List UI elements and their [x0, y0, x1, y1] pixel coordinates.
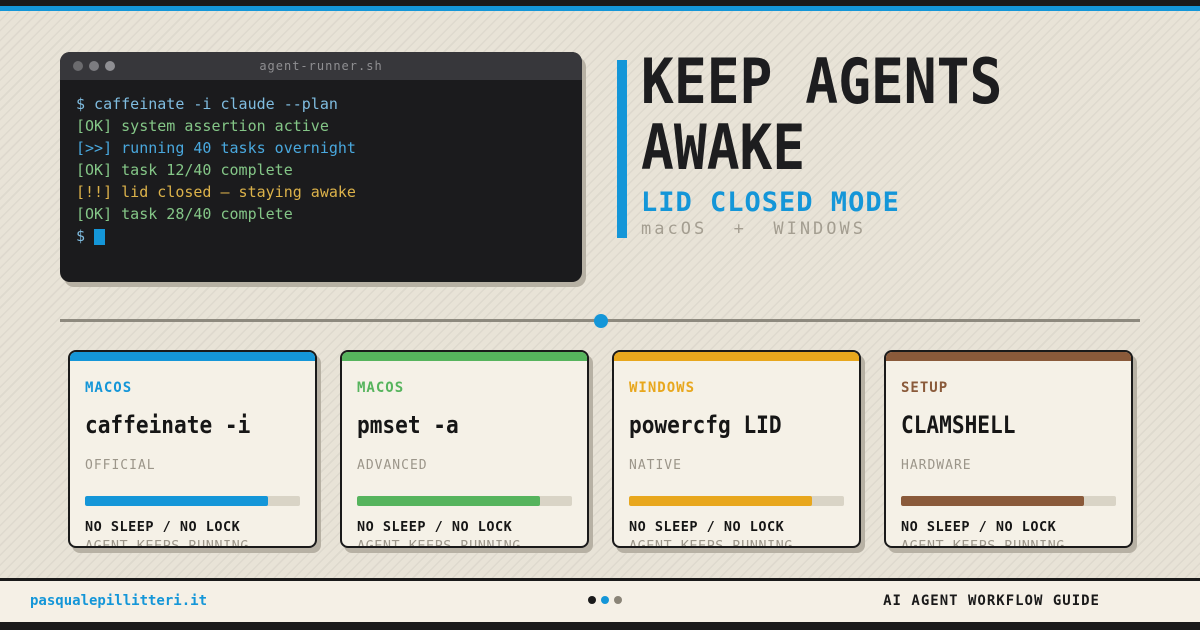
- footer: pasqualepillitteri.it AI AGENT WORKFLOW …: [0, 581, 1200, 622]
- progress-fill: [901, 496, 1084, 506]
- terminal-cursor: [94, 229, 106, 245]
- card-platform-label: SETUP: [901, 380, 949, 396]
- top-blue-stripe: [0, 6, 1200, 11]
- card-command-title: CLAMSHELL: [901, 411, 1016, 439]
- terminal-line: [OK] system assertion active: [76, 117, 329, 135]
- card-benefit-primary: NO SLEEP / NO LOCK: [357, 519, 513, 535]
- footer-dot: [614, 596, 622, 604]
- card-command-title: caffeinate -i: [85, 411, 251, 439]
- terminal-line: $ caffeinate -i claude --plan: [76, 95, 338, 113]
- card-accent-bar: [886, 352, 1131, 361]
- card-tier-label: HARDWARE: [901, 458, 972, 473]
- page-title: KEEP AGENTS AWAKE: [641, 45, 1003, 184]
- footer-dot: [601, 596, 609, 604]
- card-accent-bar: [614, 352, 859, 361]
- hero-accent-bar: [617, 60, 627, 238]
- card-benefit-primary: NO SLEEP / NO LOCK: [85, 519, 241, 535]
- terminal-prompt-line: $: [76, 225, 566, 247]
- terminal-line: [OK] task 28/40 complete: [76, 205, 293, 223]
- card-platform-label: MACOS: [357, 380, 405, 396]
- terminal-line: [!!] lid closed — staying awake: [76, 183, 356, 201]
- card-benefit-secondary: AGENT KEEPS RUNNING: [85, 538, 249, 548]
- progress-track: [357, 496, 572, 506]
- card-tier-label: NATIVE: [629, 458, 682, 473]
- page-subtitle: LID CLOSED MODE: [641, 187, 900, 218]
- method-card-caffeinate: MACOS caffeinate -i OFFICIAL NO SLEEP / …: [68, 350, 317, 548]
- site-link[interactable]: pasqualepillitteri.it: [30, 593, 207, 609]
- divider-dot: [594, 314, 608, 328]
- platforms-label: macOS + WINDOWS: [641, 219, 866, 239]
- terminal-window: agent-runner.sh $ caffeinate -i claude -…: [60, 52, 582, 282]
- card-benefit-secondary: AGENT KEEPS RUNNING: [357, 538, 521, 548]
- progress-fill: [629, 496, 812, 506]
- progress-track: [85, 496, 300, 506]
- card-tier-label: ADVANCED: [357, 458, 428, 473]
- card-benefit-secondary: AGENT KEEPS RUNNING: [629, 538, 793, 548]
- method-card-powercfg: WINDOWS powercfg LID NATIVE NO SLEEP / N…: [612, 350, 861, 548]
- card-benefit-secondary: AGENT KEEPS RUNNING: [901, 538, 1065, 548]
- card-benefit-primary: NO SLEEP / NO LOCK: [629, 519, 785, 535]
- card-accent-bar: [342, 352, 587, 361]
- card-platform-label: WINDOWS: [629, 380, 696, 396]
- terminal-title: agent-runner.sh: [259, 59, 383, 73]
- card-accent-bar: [70, 352, 315, 361]
- terminal-output: $ caffeinate -i claude --plan [OK] syste…: [60, 80, 582, 260]
- card-benefit-primary: NO SLEEP / NO LOCK: [901, 519, 1057, 535]
- bottom-black-bar: [0, 622, 1200, 630]
- method-card-clamshell: SETUP CLAMSHELL HARDWARE NO SLEEP / NO L…: [884, 350, 1133, 548]
- progress-track: [901, 496, 1116, 506]
- method-cards-row: MACOS caffeinate -i OFFICIAL NO SLEEP / …: [68, 350, 1133, 548]
- footer-dot: [588, 596, 596, 604]
- terminal-titlebar: agent-runner.sh: [60, 52, 582, 80]
- terminal-line: [OK] task 12/40 complete: [76, 161, 293, 179]
- footer-tagline: AI AGENT WORKFLOW GUIDE: [883, 593, 1100, 609]
- card-platform-label: MACOS: [85, 380, 133, 396]
- card-command-title: pmset -a: [357, 411, 459, 439]
- terminal-line: [>>] running 40 tasks overnight: [76, 139, 356, 157]
- progress-fill: [357, 496, 540, 506]
- card-command-title: powercfg LID: [629, 411, 782, 439]
- social-card-canvas: agent-runner.sh $ caffeinate -i claude -…: [0, 0, 1200, 630]
- footer-pagination-dots: [588, 596, 622, 604]
- progress-fill: [85, 496, 268, 506]
- method-card-pmset: MACOS pmset -a ADVANCED NO SLEEP / NO LO…: [340, 350, 589, 548]
- card-tier-label: OFFICIAL: [85, 458, 156, 473]
- progress-track: [629, 496, 844, 506]
- terminal-prompt: $: [76, 227, 86, 245]
